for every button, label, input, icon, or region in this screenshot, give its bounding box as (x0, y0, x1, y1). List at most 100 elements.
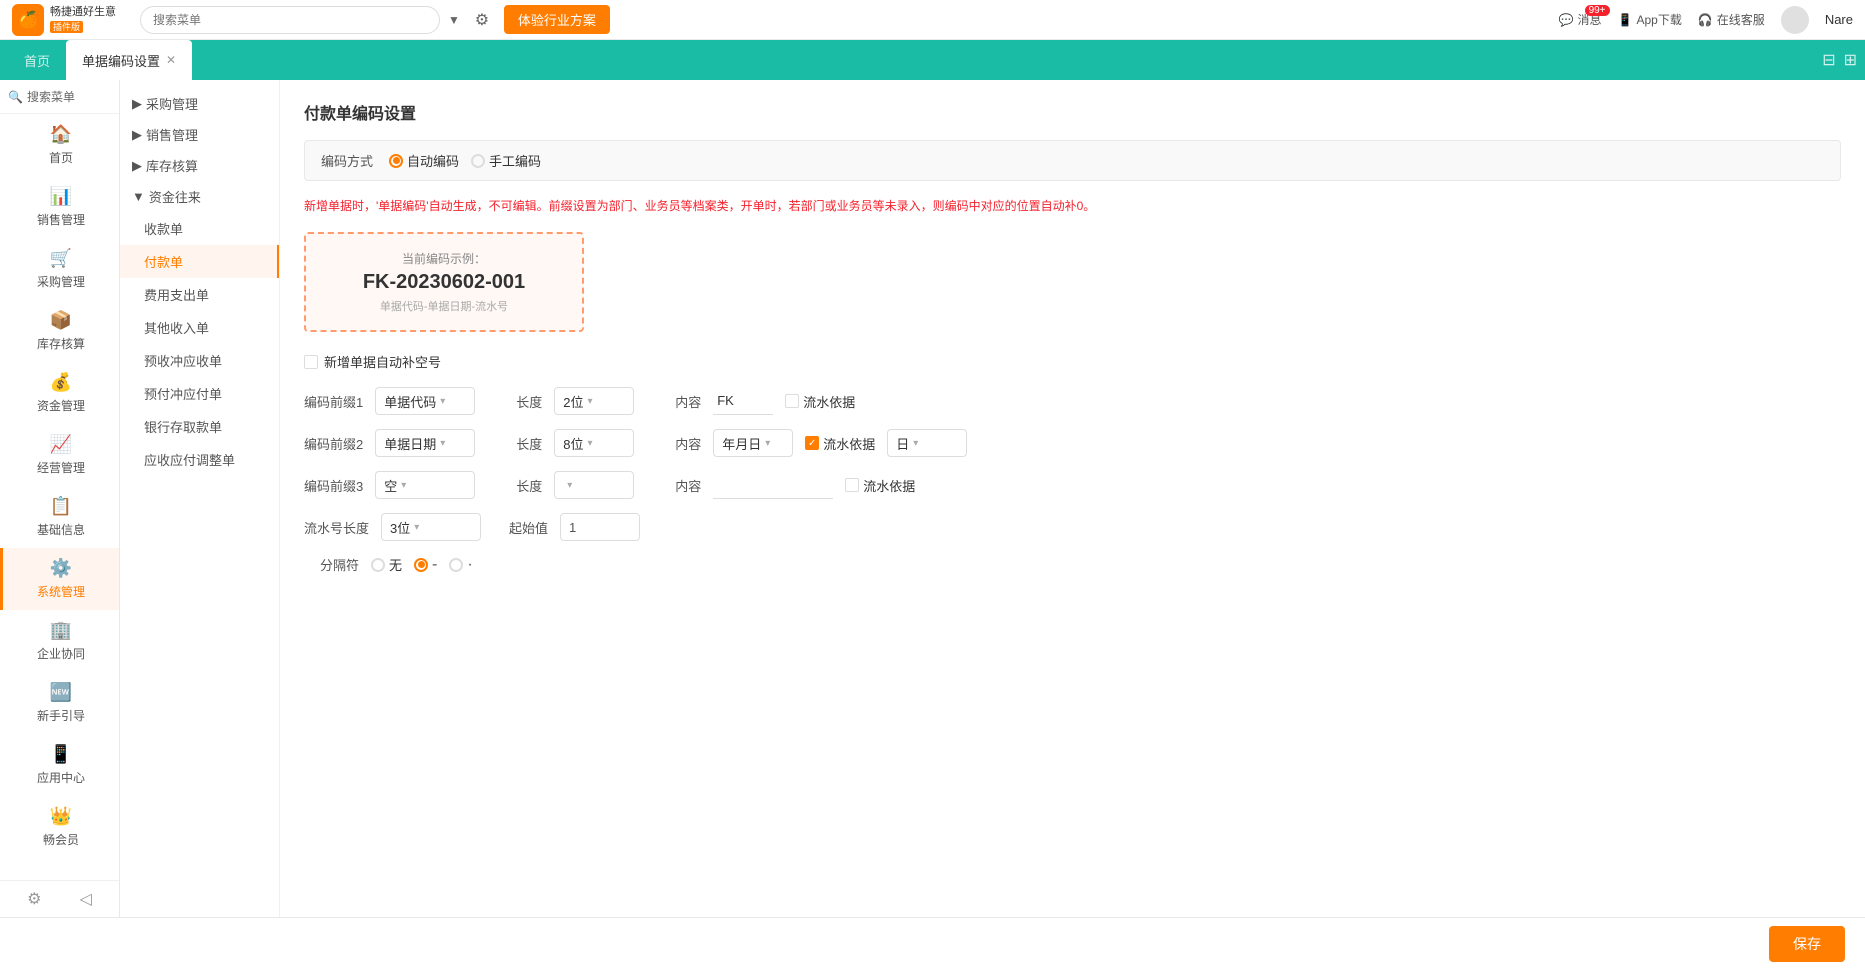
tab-encode-setting[interactable]: 单据编码设置 ✕ (66, 40, 192, 80)
tab-close-icon[interactable]: ✕ (166, 53, 176, 67)
search-input[interactable] (140, 6, 440, 34)
home-icon: 🏠 (50, 124, 72, 145)
prefix1-content-input[interactable]: FK (713, 387, 773, 415)
serial-length-select[interactable]: 3位 ▾ (381, 513, 481, 541)
manual-encode-radio[interactable]: 手工编码 (471, 151, 541, 170)
sidebar-item-sales[interactable]: 📊 销售管理 (0, 176, 119, 238)
prefix2-length-label: 长度 (487, 434, 542, 453)
prefix2-serial-checkbox[interactable]: ✓ 流水依据 (805, 434, 875, 453)
sub-item-receivable-adjust[interactable]: 应收应付调整单 (120, 443, 279, 476)
code-preview: 当前编码示例： FK-20230602-001 单据代码-单据日期-流水号 (304, 232, 584, 332)
sub-item-expense[interactable]: 费用支出单 (120, 278, 279, 311)
prefix2-content-select[interactable]: 年月日 ▾ (713, 429, 793, 457)
code-preview-label: 当前编码示例： (402, 250, 486, 267)
purchase-icon: 🛒 (50, 248, 72, 269)
info-text: 新增单据时，'单据编码'自动生成，不可编辑。前缀设置为部门、业务员等档案类，开单… (304, 197, 1841, 216)
prefix1-serial-checkbox-box (785, 394, 799, 408)
separator-none-radio[interactable]: 无 (371, 555, 402, 574)
sidebar-item-enterprise[interactable]: 🏢 企业协同 (0, 610, 119, 672)
sub-item-payment[interactable]: 付款单 (120, 245, 279, 278)
sidebar-item-inventory[interactable]: 📦 库存核算 (0, 300, 119, 362)
prefix3-length-label: 长度 (487, 476, 542, 495)
save-button[interactable]: 保存 (1769, 926, 1845, 962)
code-preview-value: FK-20230602-001 (363, 271, 525, 294)
code-preview-format: 单据代码-单据日期-流水号 (380, 298, 508, 314)
prefix1-select[interactable]: 单据代码 ▾ (375, 387, 475, 415)
prefix1-serial-checkbox[interactable]: 流水依据 (785, 392, 855, 411)
sidebar-item-apps[interactable]: 📱 应用中心 (0, 734, 119, 796)
chevron-right-icon: ▶ (132, 158, 142, 174)
prefix3-serial-checkbox-box (845, 478, 859, 492)
prefix3-select[interactable]: 空 ▾ (375, 471, 475, 499)
auto-encode-radio-circle (389, 154, 403, 168)
encode-method-row: 编码方式 自动编码 手工编码 (304, 140, 1841, 181)
sidebar-item-member[interactable]: 👑 畅会员 (0, 796, 119, 858)
sidebar-item-system[interactable]: ⚙️ 系统管理 (0, 548, 119, 610)
prefix1-content-label: 内容 (646, 392, 701, 411)
topbar-right: 💬 消息 99+ 📱 App下载 🎧 在线客服 Nare (1559, 6, 1853, 34)
footer: 保存 (0, 917, 1865, 969)
promo-button[interactable]: 体验行业方案 (504, 5, 610, 34)
chevron-down-icon: ▾ (913, 438, 918, 449)
chevron-down-icon: ▼ (132, 189, 145, 204)
sidebar-item-purchase[interactable]: 🛒 采购管理 (0, 238, 119, 300)
prefix2-select[interactable]: 单据日期 ▾ (375, 429, 475, 457)
logo-icon: 🍊 (12, 4, 44, 36)
prefix2-length-select[interactable]: 8位 ▾ (554, 429, 634, 457)
settings-bottom-icon[interactable]: ⚙ (27, 889, 41, 909)
finance-icon: 💰 (50, 372, 72, 393)
separator-dash-radio[interactable]: - (414, 556, 437, 574)
sub-group-finance[interactable]: ▼ 资金往来 (120, 181, 279, 212)
online-service-button[interactable]: 🎧 在线客服 (1698, 11, 1765, 28)
prefix3-content-input[interactable] (713, 471, 833, 499)
sub-group-sales[interactable]: ▶ 销售管理 (120, 119, 279, 150)
inventory-icon: 📦 (50, 310, 72, 331)
content-area: 付款单编码设置 编码方式 自动编码 手工编码 新增单据时，'单据编码' (280, 80, 1865, 917)
tabbar-expand-icon[interactable]: ⊞ (1844, 50, 1857, 70)
dropdown-button[interactable]: ▼ (448, 13, 460, 27)
separator-row: 分隔符 无 - · (304, 555, 1841, 574)
gear-icon[interactable]: ⚙ (468, 6, 496, 34)
sub-item-bank-deposit[interactable]: 银行存取款单 (120, 410, 279, 443)
messages-button[interactable]: 💬 消息 99+ (1559, 11, 1602, 28)
topbar-center: ▼ ⚙ 体验行业方案 (448, 5, 1551, 34)
sidebar-item-operation[interactable]: 📈 经营管理 (0, 424, 119, 486)
collapse-sidebar-icon[interactable]: ◁ (80, 889, 92, 909)
avatar[interactable] (1781, 6, 1809, 34)
start-value-input[interactable]: 1 (560, 513, 640, 541)
separator-dot-radio[interactable]: · (449, 556, 472, 574)
sidebar-item-home[interactable]: 🏠 首页 (0, 114, 119, 176)
prefix3-label: 编码前缀3 (304, 476, 363, 495)
prefix3-length-select[interactable]: ▾ (554, 471, 634, 499)
sub-item-other-income[interactable]: 其他收入单 (120, 311, 279, 344)
chevron-down-icon: ▾ (401, 480, 406, 491)
sub-item-prepay-payable[interactable]: 预付冲应付单 (120, 377, 279, 410)
sub-item-prepay-receivable[interactable]: 预收冲应收单 (120, 344, 279, 377)
serial-length-row: 流水号长度 3位 ▾ 起始值 1 (304, 513, 1841, 541)
sidebar-item-guide[interactable]: 🆕 新手引导 (0, 672, 119, 734)
sidebar-item-finance[interactable]: 💰 资金管理 (0, 362, 119, 424)
tab-home[interactable]: 首页 (8, 40, 66, 80)
sidebar-item-basic[interactable]: 📋 基础信息 (0, 486, 119, 548)
sidebar-search[interactable]: 🔍 搜索菜单 (0, 80, 119, 114)
prefix2-serial-period-select[interactable]: 日 ▾ (887, 429, 967, 457)
chevron-down-icon: ▾ (414, 522, 419, 533)
service-icon: 🎧 (1698, 13, 1713, 27)
sub-sidebar: ▶ 采购管理 ▶ 销售管理 ▶ 库存核算 ▼ 资金往来 收款单 付款单 (120, 80, 280, 917)
sub-group-purchase[interactable]: ▶ 采购管理 (120, 88, 279, 119)
prefix3-serial-checkbox[interactable]: 流水依据 (845, 476, 915, 495)
auto-fill-checkbox-row[interactable]: 新增单据自动补空号 (304, 352, 1841, 371)
sub-group-inventory[interactable]: ▶ 库存核算 (120, 150, 279, 181)
tabbar-collapse-icon[interactable]: ⊟ (1822, 50, 1835, 70)
member-icon: 👑 (50, 806, 72, 827)
start-value-label: 起始值 (493, 518, 548, 537)
layout: 🔍 搜索菜单 🏠 首页 📊 销售管理 🛒 采购管理 📦 库存核算 💰 资金管理 … (0, 80, 1865, 917)
separator-dot-radio-circle (449, 558, 463, 572)
separator-label: 分隔符 (304, 555, 359, 574)
chevron-down-icon: ▾ (440, 396, 445, 407)
auto-encode-radio[interactable]: 自动编码 (389, 151, 459, 170)
app-download-button[interactable]: 📱 App下载 (1618, 11, 1682, 28)
prefix2-row: 编码前缀2 单据日期 ▾ 长度 8位 ▾ 内容 年月日 ▾ ✓ 流水依据 (304, 429, 1841, 457)
sub-item-receipt[interactable]: 收款单 (120, 212, 279, 245)
prefix1-length-select[interactable]: 2位 ▾ (554, 387, 634, 415)
